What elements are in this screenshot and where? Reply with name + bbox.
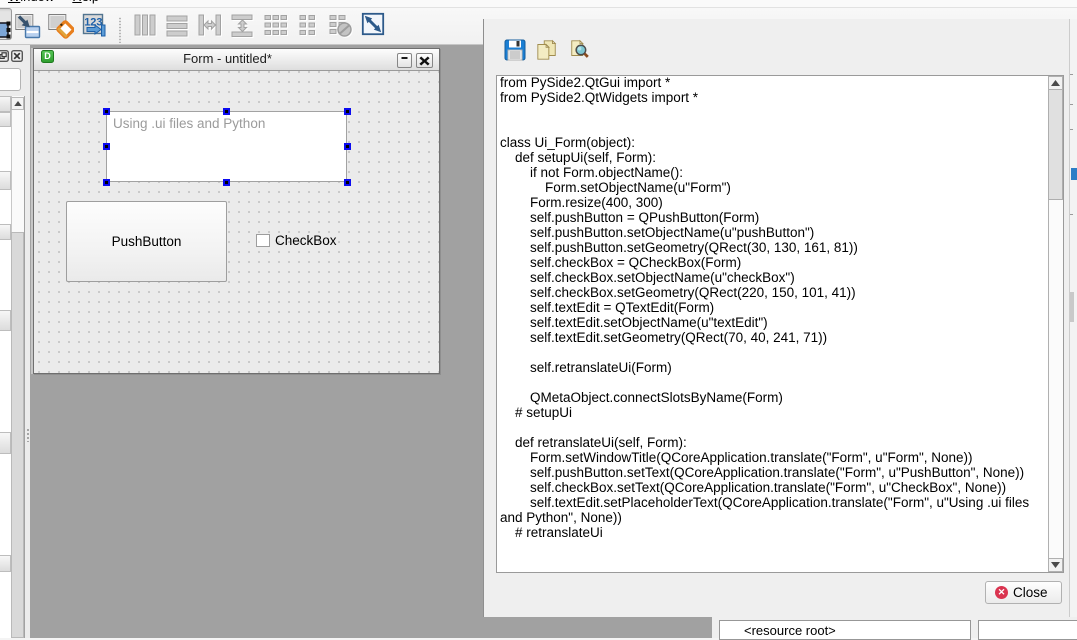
svg-text:123: 123 — [84, 17, 102, 29]
